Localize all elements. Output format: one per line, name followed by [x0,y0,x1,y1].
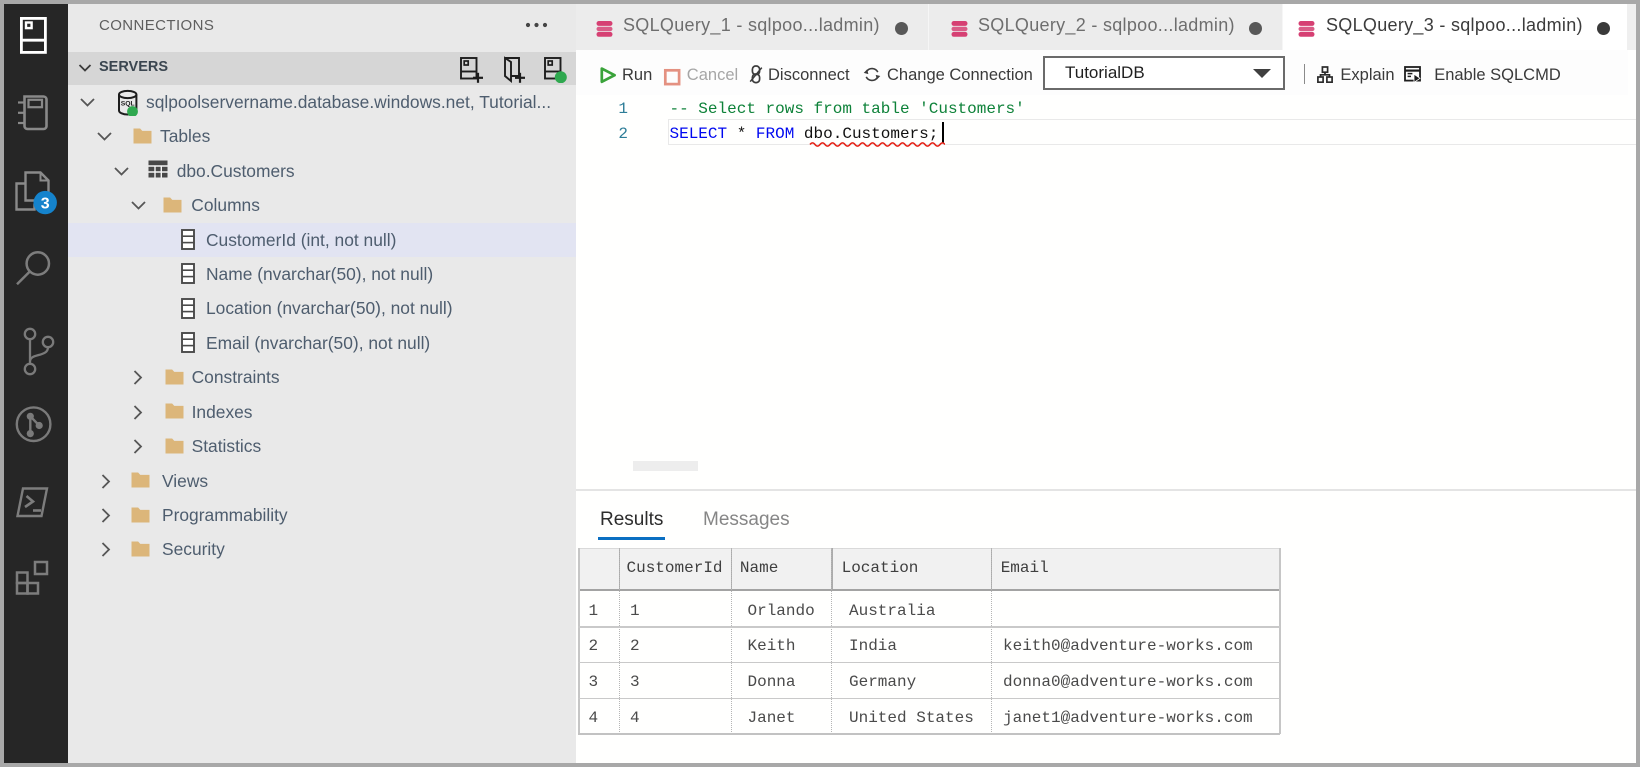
svg-text:3: 3 [41,196,50,213]
